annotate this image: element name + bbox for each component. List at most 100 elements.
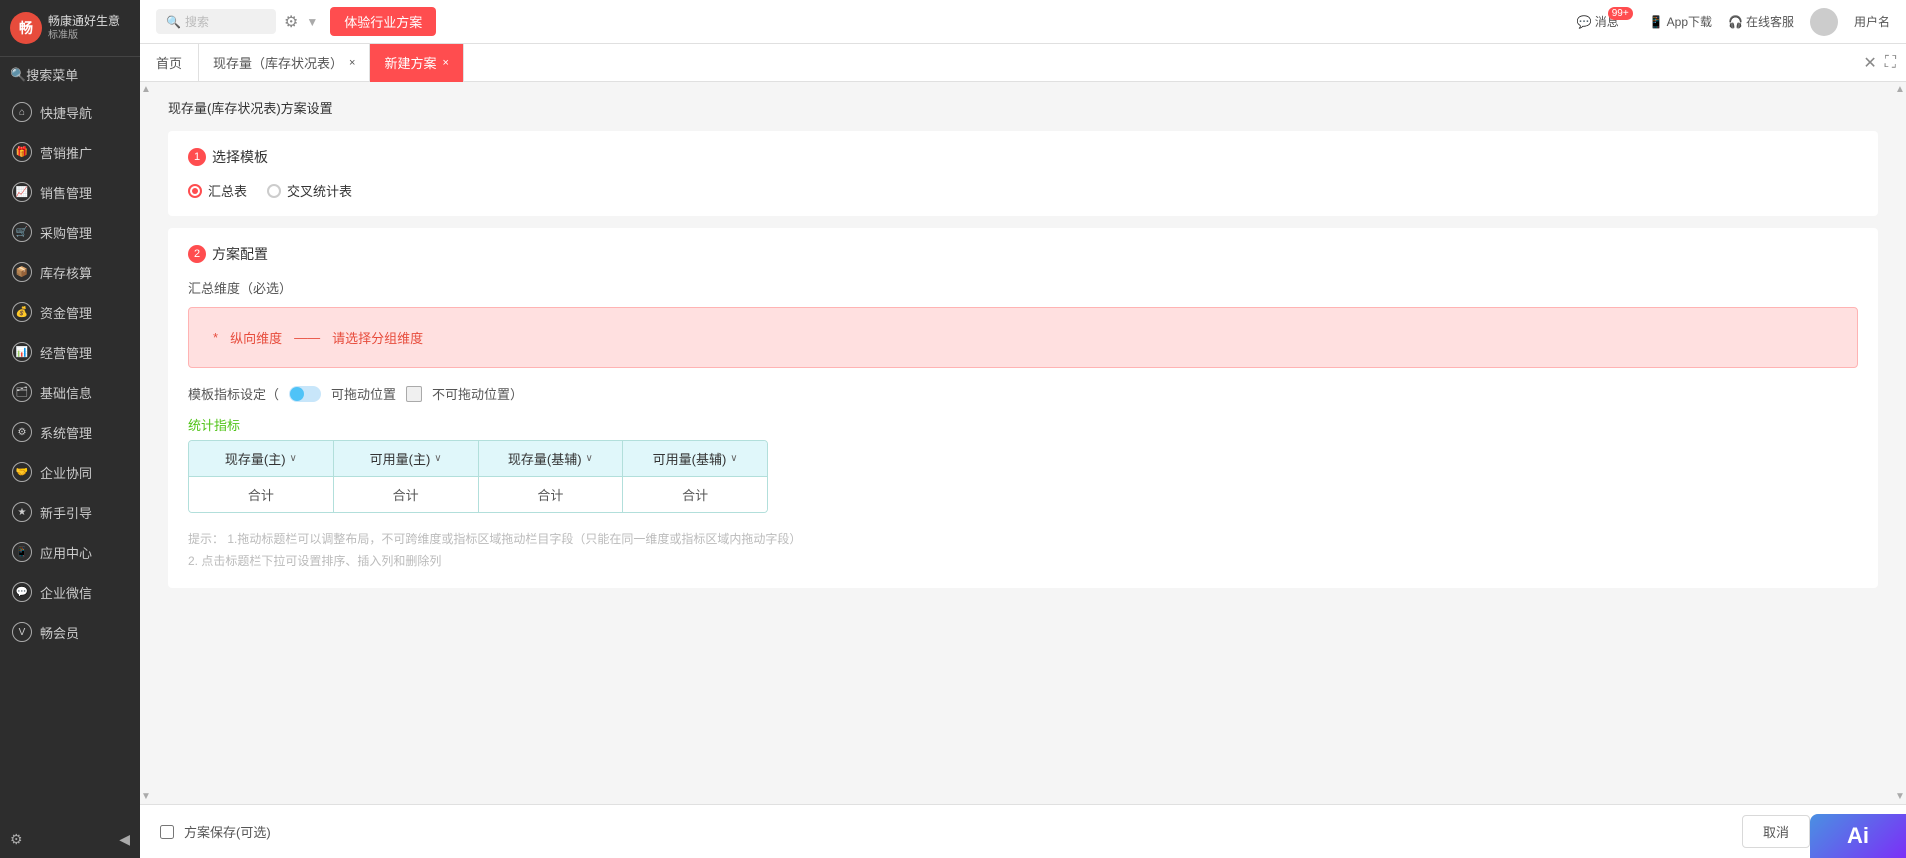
sidebar-search[interactable]: 🔍 搜索菜单	[0, 57, 140, 92]
page-title: 现存量(库存状况表)方案设置	[168, 98, 1878, 117]
header-col-4-chevron[interactable]: ∨	[730, 453, 737, 464]
marketing-icon: 🎁	[12, 142, 32, 162]
dimension-box: * 纵向维度 —— 请选择分组维度	[188, 307, 1858, 368]
sidebar-logo: 畅 畅康通好生意 标准版	[0, 0, 140, 57]
tab-home[interactable]: 首页	[140, 44, 199, 82]
sidebar-item-sales[interactable]: 📈 销售管理	[0, 172, 140, 212]
content-area: 现存量(库存状况表)方案设置 1 选择模板 汇总表 交叉统计表	[152, 82, 1894, 804]
tab-new-scheme-close[interactable]: ×	[442, 57, 448, 69]
tab-expand-icon[interactable]: ⛶	[1885, 54, 1896, 72]
sidebar-item-inventory[interactable]: 📦 库存核算	[0, 252, 140, 292]
required-mark: *	[213, 330, 218, 345]
sidebar-item-basic-info[interactable]: 🗂 基础信息	[0, 372, 140, 412]
header-col-1[interactable]: 现存量(主) ∨	[189, 441, 334, 476]
user-avatar[interactable]	[1810, 8, 1838, 36]
tabs-bar: 首页 现存量（库存状况表） × 新建方案 × ✕ ⛶	[140, 44, 1906, 82]
data-cell-1-2: 合计	[334, 477, 479, 512]
finance-icon: 💰	[12, 302, 32, 322]
radio-summary[interactable]: 汇总表	[188, 181, 247, 200]
scroll-down-icon[interactable]: ▼	[141, 791, 151, 802]
topbar-dropdown-icon[interactable]: ▼	[306, 15, 318, 29]
stats-table: 现存量(主) ∨ 可用量(主) ∨ 现存量(基辅) ∨ 可用量(基辅)	[188, 440, 768, 513]
logo-icon: 畅	[10, 12, 42, 44]
step2-title: 2 方案配置	[188, 244, 1858, 264]
data-cell-1-4: 合计	[623, 477, 767, 512]
header-col-3-chevron[interactable]: ∨	[586, 453, 593, 464]
stats-data-row-1: 合计 合计 合计 合计	[189, 476, 767, 512]
header-col-1-chevron[interactable]: ∨	[290, 453, 297, 464]
new-guide-icon: ★	[12, 502, 32, 522]
tip-item-1: 1.拖动标题栏可以调整布局，不可跨维度或指标区域拖动栏目字段（只能在同一维度或指…	[227, 532, 801, 546]
indicator-settings-row: 模板指标设定（ 可拖动位置 不可拖动位置）	[188, 384, 1858, 403]
save-label: 方案保存(可选)	[184, 822, 271, 841]
app-center-icon: 📱	[12, 542, 32, 562]
basic-info-icon: 🗂	[12, 382, 32, 402]
sidebar-item-wechat-biz[interactable]: 💬 企业微信	[0, 572, 140, 612]
username-label: 用户名	[1854, 13, 1890, 30]
sidebar-item-purchase[interactable]: 🛒 采购管理	[0, 212, 140, 252]
radio-cross[interactable]: 交叉统计表	[267, 181, 352, 200]
save-checkbox[interactable]	[160, 825, 174, 839]
tab-close-all-icon[interactable]: ✕	[1863, 53, 1876, 73]
sidebar-item-quick-nav[interactable]: ⌂ 快捷导航	[0, 92, 140, 132]
search-icon: 🔍	[10, 67, 26, 83]
right-scroll-down-icon[interactable]: ▼	[1895, 791, 1905, 802]
step2-badge: 2	[188, 245, 206, 263]
sidebar-item-system[interactable]: ⚙ 系统管理	[0, 412, 140, 452]
no-drag-icon	[406, 386, 422, 402]
settings-button[interactable]: ⚙	[10, 831, 23, 848]
template-options: 汇总表 交叉统计表	[188, 181, 1858, 200]
section-step2: 2 方案配置 汇总维度（必选） * 纵向维度 —— 请选择分组维度 模板指标设定…	[168, 228, 1878, 588]
dimension-placeholder[interactable]: 请选择分组维度	[332, 328, 423, 347]
scroll-up-icon[interactable]: ▲	[141, 84, 151, 95]
tab-inventory-close[interactable]: ×	[349, 57, 355, 69]
sidebar-item-member[interactable]: V 畅会员	[0, 612, 140, 652]
app-download-button[interactable]: 📱 App下载	[1649, 13, 1712, 30]
sidebar: 畅 畅康通好生意 标准版 🔍 搜索菜单 ⌂ 快捷导航 🎁 营销推广 📈 销售管理…	[0, 0, 140, 858]
data-cell-1-3: 合计	[479, 477, 624, 512]
trial-button[interactable]: 体验行业方案	[330, 7, 436, 36]
inventory-icon: 📦	[12, 262, 32, 282]
sales-icon: 📈	[12, 182, 32, 202]
step1-title: 1 选择模板	[188, 147, 1858, 167]
topbar-right: 💬 消息 99+ 📱 App下载 🎧 在线客服 用户名	[1577, 8, 1890, 36]
sidebar-item-app-center[interactable]: 📱 应用中心	[0, 532, 140, 572]
right-scrollbar: ▲ ▼	[1894, 82, 1906, 804]
dimension-dash: ——	[294, 330, 320, 345]
sidebar-item-marketing[interactable]: 🎁 营销推广	[0, 132, 140, 172]
topbar: 🔍 搜索 ⚙ ▼ 体验行业方案 💬 消息 99+ 📱 App下载 🎧 在线客服	[140, 0, 1906, 44]
tab-inventory[interactable]: 现存量（库存状况表） ×	[199, 44, 370, 82]
cooperation-icon: 🤝	[12, 462, 32, 482]
header-col-4[interactable]: 可用量(基辅) ∨	[623, 441, 767, 476]
sidebar-item-finance[interactable]: 💰 资金管理	[0, 292, 140, 332]
ai-badge[interactable]: Ai	[1810, 814, 1906, 858]
cancel-button[interactable]: 取消	[1742, 815, 1810, 848]
tip-item-2: 2. 点击标题栏下拉可设置排序、插入列和删除列	[188, 551, 1858, 573]
header-col-2-chevron[interactable]: ∨	[434, 453, 441, 464]
quick-nav-icon: ⌂	[12, 102, 32, 122]
radio-dot-cross	[267, 184, 281, 198]
stats-section-label: 统计指标	[188, 415, 1858, 434]
collapse-button[interactable]: ◀	[119, 831, 130, 848]
sidebar-item-new-guide[interactable]: ★ 新手引导	[0, 492, 140, 532]
drag-toggle[interactable]	[289, 386, 321, 402]
operations-icon: 📊	[12, 342, 32, 362]
footer-bar: 方案保存(可选) 取消 查询	[140, 804, 1906, 858]
messages-button[interactable]: 💬 消息 99+	[1577, 13, 1619, 30]
tips-section: 提示： 1.拖动标题栏可以调整布局，不可跨维度或指标区域拖动栏目字段（只能在同一…	[188, 529, 1858, 572]
sidebar-item-operations[interactable]: 📊 经营管理	[0, 332, 140, 372]
tab-new-scheme[interactable]: 新建方案 ×	[370, 44, 463, 82]
online-service-button[interactable]: 🎧 在线客服	[1728, 13, 1794, 30]
tip-label: 提示： 1.拖动标题栏可以调整布局，不可跨维度或指标区域拖动栏目字段（只能在同一…	[188, 529, 1858, 551]
topbar-search-box[interactable]: 🔍 搜索	[156, 9, 276, 34]
header-col-2[interactable]: 可用量(主) ∨	[334, 441, 479, 476]
purchase-icon: 🛒	[12, 222, 32, 242]
stats-header-row: 现存量(主) ∨ 可用量(主) ∨ 现存量(基辅) ∨ 可用量(基辅)	[189, 441, 767, 476]
right-scroll-up-icon[interactable]: ▲	[1895, 84, 1905, 95]
header-col-3[interactable]: 现存量(基辅) ∨	[479, 441, 624, 476]
logo-text: 畅康通好生意 标准版	[48, 14, 120, 43]
topbar-gear-icon[interactable]: ⚙	[284, 12, 298, 32]
step1-badge: 1	[188, 148, 206, 166]
sidebar-item-cooperation[interactable]: 🤝 企业协同	[0, 452, 140, 492]
wechat-biz-icon: 💬	[12, 582, 32, 602]
